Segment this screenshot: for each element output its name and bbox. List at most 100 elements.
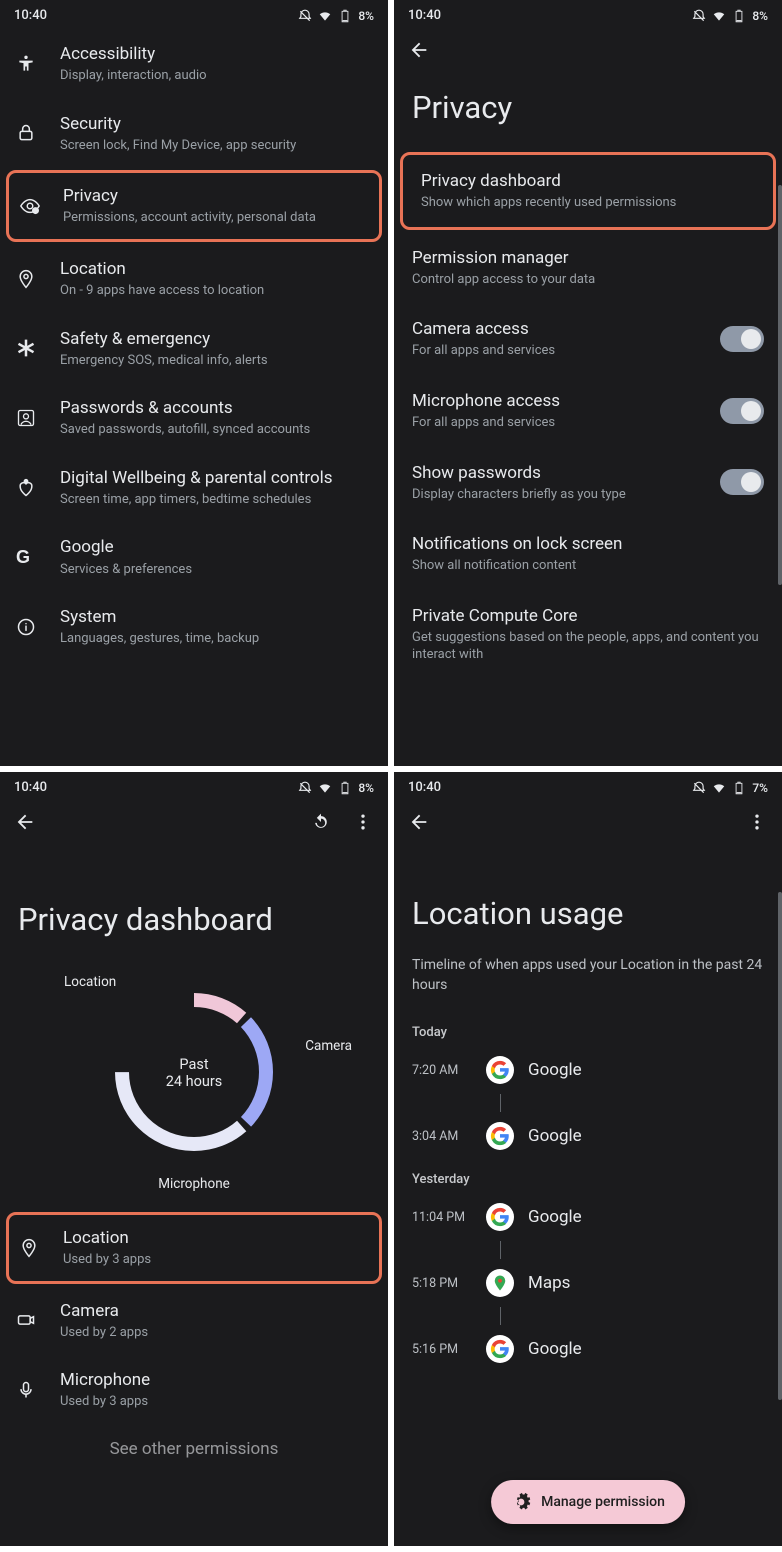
back-button[interactable] — [408, 811, 430, 833]
list-item[interactable]: SystemLanguages, gestures, time, backup — [0, 592, 388, 662]
settings-screen: 10:40 8% AccessibilityDisplay, interacti… — [0, 0, 388, 766]
timeline-connector — [486, 1241, 514, 1259]
wifi-icon — [712, 781, 726, 795]
item-texts: GoogleServices & preferences — [60, 536, 372, 578]
item-texts: AccessibilityDisplay, interaction, audio — [60, 43, 372, 85]
item-texts: CameraUsed by 2 apps — [60, 1300, 372, 1342]
list-item[interactable]: Show passwordsDisplay characters briefly… — [394, 447, 782, 519]
google-app-icon — [486, 1203, 514, 1231]
list-item[interactable]: Private Compute CoreGet suggestions base… — [394, 590, 782, 679]
item-title: Private Compute Core — [412, 605, 764, 627]
timeline-entry[interactable]: 3:04 AM Google — [394, 1112, 782, 1160]
timeline-connector — [486, 1307, 514, 1325]
info-icon — [16, 617, 60, 637]
toggle-switch[interactable] — [720, 326, 764, 352]
list-item[interactable]: LocationOn - 9 apps have access to locat… — [0, 244, 388, 314]
list-item[interactable]: Permission managerControl app access to … — [394, 232, 782, 304]
item-subtitle: Emergency SOS, medical info, alerts — [60, 352, 372, 370]
status-bar: 10:40 8% — [394, 0, 782, 29]
toggle-switch[interactable] — [720, 469, 764, 495]
overflow-button[interactable] — [746, 811, 768, 833]
item-subtitle: Get suggestions based on the people, app… — [412, 629, 764, 664]
list-item[interactable]: Safety & emergency Emergency SOS, medical… — [0, 314, 388, 384]
item-subtitle: Languages, gestures, time, backup — [60, 630, 372, 648]
timeline-entry[interactable]: 5:18 PMMaps — [394, 1259, 782, 1307]
item-title: Privacy dashboard — [421, 170, 755, 192]
item-subtitle: Used by 3 apps — [60, 1393, 372, 1411]
list-item[interactable]: Digital Wellbeing & parental controlsScr… — [0, 453, 388, 523]
status-bar: 10:40 8% — [0, 772, 388, 801]
item-title: Microphone — [60, 1369, 372, 1391]
gear-icon — [511, 1492, 531, 1512]
timeline-app-name: Google — [528, 1126, 582, 1146]
item-subtitle: Screen lock, Find My Device, app securit… — [60, 137, 372, 155]
item-title: Show passwords — [412, 462, 720, 484]
toggle-switch[interactable] — [720, 398, 764, 424]
donut-label-location: Location — [64, 974, 116, 990]
timeline-entry[interactable]: 11:04 PMGoogle — [394, 1193, 782, 1241]
manage-permission-chip[interactable]: Manage permission — [491, 1480, 685, 1524]
more-vert-icon — [747, 812, 767, 832]
list-item[interactable]: Camera access For all apps and services — [394, 303, 782, 375]
status-icons: 8% — [692, 9, 768, 23]
item-texts: Private Compute CoreGet suggestions base… — [412, 605, 764, 664]
item-title: Camera access — [412, 318, 720, 340]
wifi-icon — [318, 781, 332, 795]
see-other-permissions-link[interactable]: See other permissions — [0, 1425, 388, 1461]
timeline-entry[interactable]: 7:20 AMGoogle — [394, 1046, 782, 1094]
battery-text: 8% — [358, 781, 374, 795]
list-item[interactable]: Microphone Used by 3 apps — [0, 1355, 388, 1425]
location-icon — [19, 1238, 63, 1258]
item-subtitle: On - 9 apps have access to location — [60, 282, 372, 300]
list-item[interactable]: AccessibilityDisplay, interaction, audio — [0, 29, 388, 99]
item-subtitle: Used by 2 apps — [60, 1324, 372, 1342]
app-bar — [394, 29, 782, 69]
scroll-indicator[interactable] — [778, 892, 782, 1400]
list-item[interactable]: CameraUsed by 2 apps — [0, 1286, 388, 1356]
list-item[interactable]: GGoogleServices & preferences — [0, 522, 388, 592]
back-button[interactable] — [408, 39, 430, 61]
back-button[interactable] — [14, 811, 36, 833]
timeline-time: 5:16 PM — [412, 1342, 472, 1357]
manage-permission-label: Manage permission — [541, 1494, 665, 1510]
timeline-entry[interactable]: 5:16 PMGoogle — [394, 1325, 782, 1373]
list-item[interactable]: SecurityScreen lock, Find My Device, app… — [0, 99, 388, 169]
status-bar: 10:40 7% — [394, 772, 782, 801]
item-subtitle: For all apps and services — [412, 342, 720, 360]
refresh-icon — [311, 812, 331, 832]
item-subtitle: Services & preferences — [60, 561, 372, 579]
location-icon — [16, 269, 60, 289]
more-vert-icon — [353, 812, 373, 832]
item-title: Safety & emergency — [60, 328, 372, 350]
battery-text: 8% — [358, 9, 374, 23]
status-icons: 8% — [298, 9, 374, 23]
timeline-section-label: Yesterday — [394, 1160, 782, 1193]
overflow-button[interactable] — [352, 811, 374, 833]
privacy-screen: 10:40 8% Privacy Privacy dashboardShow w… — [394, 0, 782, 766]
timeline-app-name: Maps — [528, 1273, 570, 1293]
maps-app-icon — [486, 1269, 514, 1297]
battery-icon — [338, 9, 352, 23]
item-title: Location — [63, 1227, 369, 1249]
battery-text: 8% — [752, 9, 768, 23]
item-subtitle: Control app access to your data — [412, 271, 764, 289]
refresh-button[interactable] — [310, 811, 332, 833]
status-time: 10:40 — [408, 780, 441, 795]
timeline-section-label: Today — [394, 1013, 782, 1046]
timeline-time: 3:04 AM — [412, 1129, 472, 1144]
list-item[interactable]: Privacy dashboardShow which apps recentl… — [400, 152, 776, 230]
arrow-back-icon — [408, 39, 430, 61]
item-title: Digital Wellbeing & parental controls — [60, 467, 372, 489]
item-texts: Camera access For all apps and services — [412, 318, 720, 360]
wifi-icon — [318, 9, 332, 23]
item-title: Privacy — [63, 185, 369, 207]
list-item[interactable]: Passwords & accountsSaved passwords, aut… — [0, 383, 388, 453]
scroll-indicator[interactable] — [778, 185, 782, 585]
status-time: 10:40 — [408, 8, 441, 23]
item-texts: PrivacyPermissions, account activity, pe… — [63, 185, 369, 227]
list-item[interactable]: Microphone accessFor all apps and servic… — [394, 375, 782, 447]
list-item[interactable]: PrivacyPermissions, account activity, pe… — [6, 170, 382, 242]
list-item[interactable]: Notifications on lock screenShow all not… — [394, 518, 782, 590]
list-item[interactable]: LocationUsed by 3 apps — [6, 1212, 382, 1284]
google-app-icon — [486, 1056, 514, 1084]
